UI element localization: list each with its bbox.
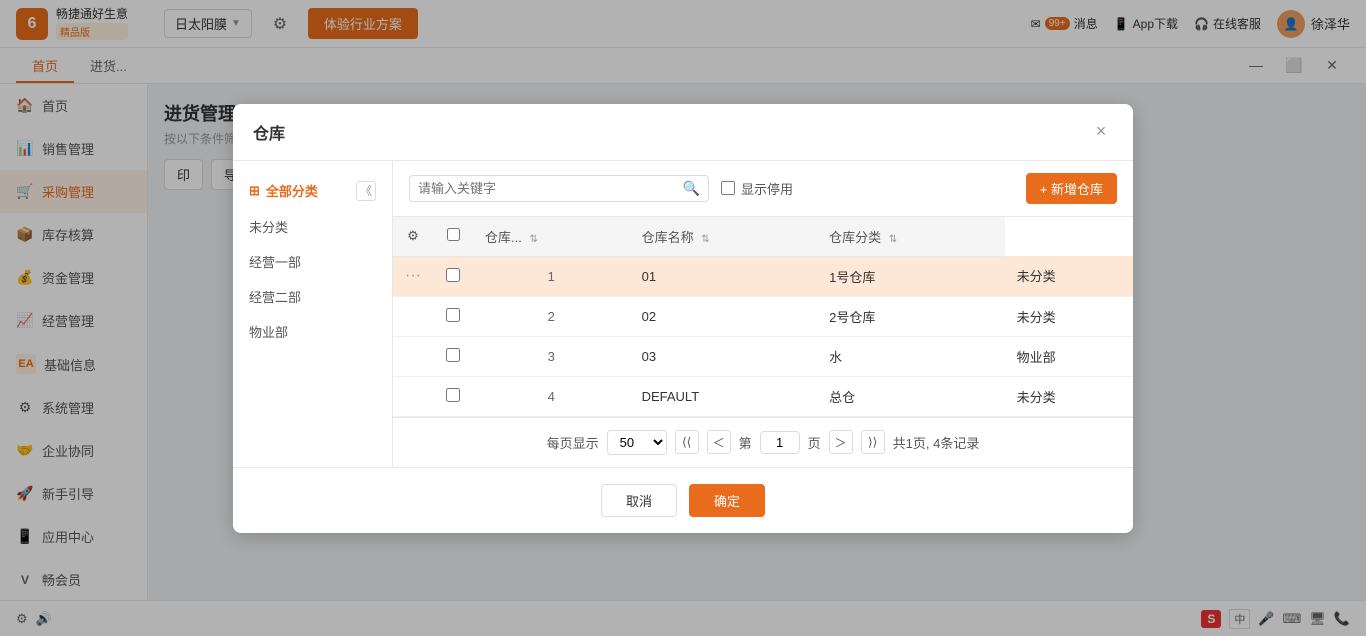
- code-sort-icon[interactable]: ⇅: [529, 234, 537, 245]
- row-more-cell: [393, 336, 433, 376]
- row-num: 1: [548, 269, 555, 284]
- row-checkbox[interactable]: [446, 308, 460, 322]
- row-code-cell: 03: [630, 336, 818, 376]
- table-row[interactable]: 2 02 2号仓库 未分类: [393, 296, 1133, 336]
- page-label: 页: [808, 433, 821, 452]
- row-checkbox-cell: [433, 376, 473, 416]
- first-page-button[interactable]: ⟨⟨: [675, 430, 699, 454]
- confirm-button[interactable]: 确定: [689, 484, 765, 517]
- collapse-categories-button[interactable]: 《: [356, 181, 376, 201]
- category-item-operations-2[interactable]: 经营二部: [233, 279, 392, 314]
- prev-page-button[interactable]: ＜: [707, 430, 731, 454]
- row-more-cell: [393, 296, 433, 336]
- category-item-uncategorized[interactable]: 未分类: [233, 209, 392, 244]
- row-checkbox[interactable]: [446, 268, 460, 282]
- page-size-label: 每页显示: [547, 433, 599, 452]
- row-code-cell: 02: [630, 296, 818, 336]
- show-disabled-checkbox[interactable]: [721, 181, 735, 195]
- category-header: ⊞ 全部分类 《: [233, 173, 392, 209]
- next-page-button[interactable]: ＞: [829, 430, 853, 454]
- warehouse-category: 未分类: [1017, 269, 1056, 284]
- name-column-header: 仓库名称 ⇅: [630, 217, 818, 257]
- row-checkbox-cell: [433, 336, 473, 376]
- show-disabled-text: 显示停用: [741, 179, 793, 198]
- row-code-cell: DEFAULT: [630, 376, 818, 416]
- warehouse-name: 1号仓库: [829, 270, 875, 285]
- table-row[interactable]: 4 DEFAULT 总仓 未分类: [393, 376, 1133, 416]
- code-column-header: 仓库... ⇅: [473, 217, 630, 257]
- checkbox-column-header: [433, 217, 473, 257]
- table-row[interactable]: 3 03 水 物业部: [393, 336, 1133, 376]
- warehouse-table: ⚙ 仓库... ⇅ 仓库名称 ⇅: [393, 217, 1133, 417]
- all-categories-label: 全部分类: [266, 181, 318, 200]
- row-num-cell: 1: [473, 256, 630, 296]
- name-sort-icon[interactable]: ⇅: [701, 234, 709, 245]
- warehouse-data-table: ⚙ 仓库... ⇅ 仓库名称 ⇅: [393, 217, 1133, 417]
- total-info: 共1页, 4条记录: [893, 433, 980, 452]
- page-size-select[interactable]: 50 10 20 100: [607, 430, 667, 455]
- modal-search-bar: 🔍 显示停用 + 新增仓库: [393, 161, 1133, 217]
- cancel-button[interactable]: 取消: [601, 484, 677, 517]
- pagination: 每页显示 50 10 20 100 ⟨⟨ ＜ 第 页 ＞ ⟩⟩ 共1页, 4条记…: [393, 417, 1133, 467]
- category-sort-icon[interactable]: ⇅: [889, 234, 897, 245]
- warehouse-modal: 仓库 × ⊞ 全部分类 《 未分类 经营一部 经营二部 物业部: [233, 104, 1133, 533]
- modal-overlay: 仓库 × ⊞ 全部分类 《 未分类 经营一部 经营二部 物业部: [0, 0, 1366, 636]
- modal-header: 仓库 ×: [233, 104, 1133, 161]
- row-num-cell: 2: [473, 296, 630, 336]
- code-column-label: 仓库...: [485, 230, 522, 245]
- gear-column-header: ⚙: [393, 217, 433, 257]
- page-input-label: 第: [739, 433, 752, 452]
- row-checkbox-cell: [433, 256, 473, 296]
- category-sidebar: ⊞ 全部分类 《 未分类 经营一部 经营二部 物业部: [233, 161, 393, 467]
- category-item-operations-1[interactable]: 经营一部: [233, 244, 392, 279]
- table-row[interactable]: ··· 1 01: [393, 256, 1133, 296]
- row-num-cell: 4: [473, 376, 630, 416]
- category-item-property[interactable]: 物业部: [233, 314, 392, 349]
- row-name-cell: 总仓: [817, 376, 1005, 416]
- grid-icon: ⊞: [249, 183, 260, 199]
- add-warehouse-button[interactable]: + 新增仓库: [1026, 173, 1117, 204]
- row-checkbox-cell: [433, 296, 473, 336]
- modal-close-button[interactable]: ×: [1089, 120, 1113, 144]
- modal-title: 仓库: [253, 120, 285, 144]
- row-name-cell: 2号仓库: [817, 296, 1005, 336]
- row-checkbox[interactable]: [446, 348, 460, 362]
- search-input[interactable]: [418, 181, 683, 196]
- select-all-checkbox[interactable]: [447, 228, 460, 241]
- category-column-label: 仓库分类: [829, 230, 881, 245]
- category-column-header: 仓库分类 ⇅: [817, 217, 1005, 257]
- row-category-cell: 未分类: [1005, 376, 1133, 416]
- name-column-label: 仓库名称: [642, 230, 694, 245]
- row-checkbox[interactable]: [446, 388, 460, 402]
- main-panel: 🔍 显示停用 + 新增仓库 ⚙: [393, 161, 1133, 467]
- row-code-cell: 01: [630, 256, 818, 296]
- last-page-button[interactable]: ⟩⟩: [861, 430, 885, 454]
- row-category-cell: 物业部: [1005, 336, 1133, 376]
- table-header-row: ⚙ 仓库... ⇅ 仓库名称 ⇅: [393, 217, 1133, 257]
- page-number-input[interactable]: [760, 431, 800, 454]
- row-more-cell: ···: [393, 256, 433, 296]
- modal-body: ⊞ 全部分类 《 未分类 经营一部 经营二部 物业部 🔍: [233, 161, 1133, 467]
- modal-footer: 取消 确定: [233, 467, 1133, 533]
- all-categories-button[interactable]: ⊞ 全部分类: [249, 181, 318, 200]
- row-category-cell: 未分类: [1005, 256, 1133, 296]
- warehouse-code: 01: [642, 269, 656, 284]
- row-num-cell: 3: [473, 336, 630, 376]
- row-name-cell: 1号仓库: [817, 256, 1005, 296]
- show-disabled-label: 显示停用: [721, 179, 793, 198]
- search-input-wrap: 🔍: [409, 175, 709, 202]
- row-more-cell: [393, 376, 433, 416]
- more-options-icon[interactable]: ···: [405, 267, 421, 284]
- row-name-cell: 水: [817, 336, 1005, 376]
- search-icon[interactable]: 🔍: [683, 180, 700, 197]
- row-category-cell: 未分类: [1005, 296, 1133, 336]
